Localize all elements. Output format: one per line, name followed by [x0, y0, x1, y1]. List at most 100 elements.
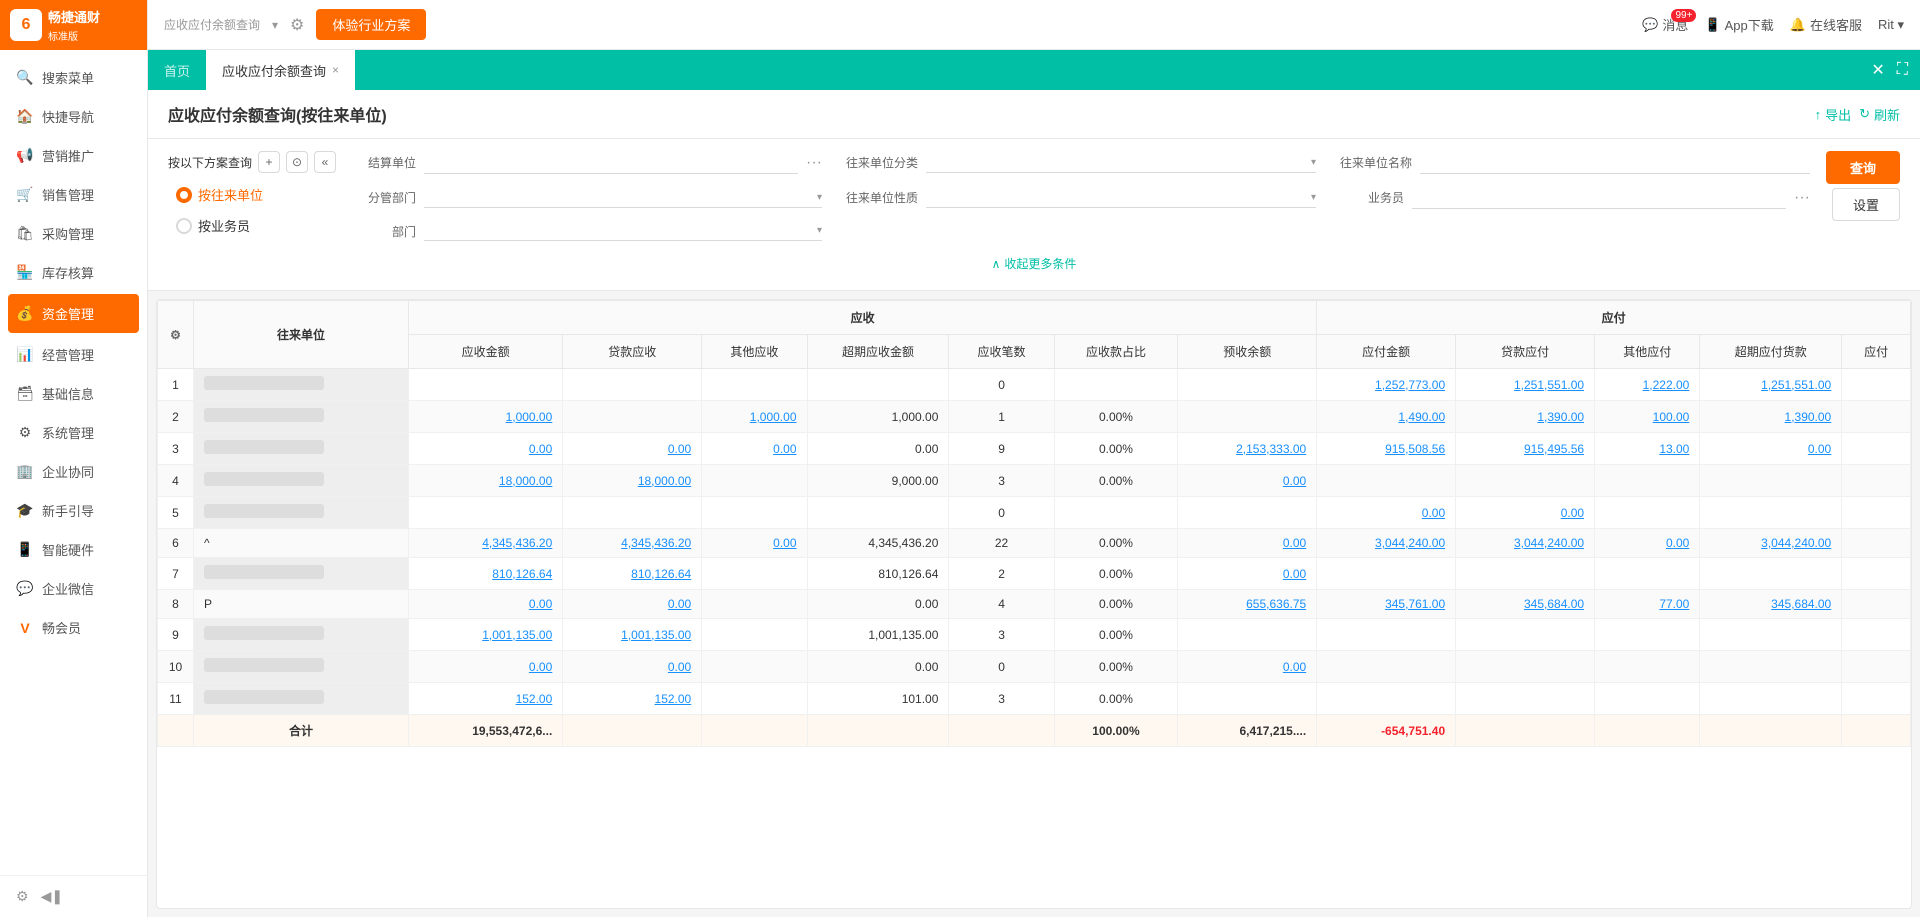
refresh-button[interactable]: ↻ 刷新 [1859, 105, 1900, 124]
sidebar-item-operation[interactable]: 📊 经营管理 [0, 335, 147, 374]
sidebar-item-device[interactable]: 📱 智能硬件 [0, 530, 147, 569]
table-cell[interactable]: 0.00 [409, 433, 563, 465]
table-cell[interactable]: 915,495.56 [1456, 433, 1595, 465]
table-cell[interactable]: 13.00 [1595, 433, 1700, 465]
table-cell[interactable]: 0.00 [1700, 433, 1842, 465]
table-cell[interactable]: 0.00 [1317, 497, 1456, 529]
table-cell[interactable]: 1,001,135.00 [409, 619, 563, 651]
table-cell[interactable]: 100.00 [1595, 401, 1700, 433]
table-cell[interactable]: 0.00 [563, 590, 702, 619]
settlement-input[interactable] [424, 151, 798, 174]
table-cell[interactable]: 77.00 [1595, 590, 1700, 619]
table-cell[interactable]: 2,153,333.00 [1178, 433, 1317, 465]
table-cell [1700, 619, 1842, 651]
table-cell[interactable]: 4,345,436.20 [563, 529, 702, 558]
setting-button[interactable]: 设置 [1832, 188, 1900, 221]
table-cell[interactable]: 1,251,551.00 [1700, 369, 1842, 401]
collapse-btn[interactable]: ∧ 收起更多条件 [992, 255, 1077, 272]
sidebar-item-warehouse[interactable]: 🏪 库存核算 [0, 253, 147, 292]
table-cell[interactable]: 18,000.00 [409, 465, 563, 497]
solution-button[interactable]: 体验行业方案 [316, 9, 426, 40]
table-cell[interactable]: 0.00 [702, 433, 807, 465]
table-cell[interactable]: 0.00 [563, 651, 702, 683]
salesman-dots-icon[interactable]: ··· [1794, 189, 1810, 207]
export-button[interactable]: ↑ 导出 [1815, 105, 1852, 124]
tab-home[interactable]: 首页 [148, 50, 206, 90]
app-download-action[interactable]: 📱 App下载 [1704, 15, 1773, 34]
scheme-by-salesman[interactable]: 按业务员 [176, 212, 336, 239]
table-cell[interactable]: 0.00 [702, 529, 807, 558]
table-cell[interactable]: 0.00 [1178, 651, 1317, 683]
footer-collapse-btn[interactable]: ◀❚ [41, 888, 64, 905]
header-actions: 💬 消息 99+ 📱 App下载 🔔 在线客服 Rit ▾ [1642, 15, 1904, 34]
sidebar-item-sales[interactable]: 🛒 销售管理 [0, 175, 147, 214]
table-cell[interactable]: 345,684.00 [1700, 590, 1842, 619]
sidebar-item-search[interactable]: 🔍 搜索菜单 [0, 58, 147, 97]
settlement-dots-icon[interactable]: ··· [806, 154, 822, 172]
table-cell[interactable]: 655,636.75 [1178, 590, 1317, 619]
tab-close-icon[interactable]: × [332, 63, 339, 77]
unit-name-input[interactable] [1420, 151, 1810, 174]
tab-ar-ap[interactable]: 应收应付余额查询 × [206, 50, 355, 90]
table-cell[interactable]: 1,252,773.00 [1317, 369, 1456, 401]
online-support-action[interactable]: 🔔 在线客服 [1790, 15, 1862, 34]
table-cell[interactable]: 1,222.00 [1595, 369, 1700, 401]
division-select[interactable]: ▾ [424, 221, 822, 241]
sidebar-item-guide[interactable]: 🎓 新手引导 [0, 491, 147, 530]
table-cell[interactable]: 3,044,240.00 [1317, 529, 1456, 558]
sidebar-item-system[interactable]: ⚙ 系统管理 [0, 413, 147, 452]
table-cell[interactable]: 1,000.00 [409, 401, 563, 433]
user-name[interactable]: Rit ▾ [1878, 17, 1904, 33]
message-action[interactable]: 💬 消息 99+ [1642, 15, 1688, 34]
table-cell[interactable]: 0.00 [1178, 529, 1317, 558]
scheme-by-unit[interactable]: 按往来单位 [176, 181, 336, 208]
table-cell[interactable]: 1,390.00 [1700, 401, 1842, 433]
sidebar-item-quick[interactable]: 🏠 快捷导航 [0, 97, 147, 136]
sidebar-item-marketing[interactable]: 📢 营销推广 [0, 136, 147, 175]
table-cell[interactable]: 0.00 [1178, 558, 1317, 590]
table-cell[interactable]: 18,000.00 [563, 465, 702, 497]
table-cell[interactable]: 0.00 [409, 651, 563, 683]
table-cell[interactable]: 1,490.00 [1317, 401, 1456, 433]
table-cell[interactable]: 345,684.00 [1456, 590, 1595, 619]
table-cell[interactable]: 810,126.64 [563, 558, 702, 590]
table-cell[interactable]: 0.00 [1456, 497, 1595, 529]
table-cell[interactable]: 1,251,551.00 [1456, 369, 1595, 401]
table-cell[interactable]: 3,044,240.00 [1456, 529, 1595, 558]
table-gear-icon[interactable]: ⚙ [170, 328, 181, 342]
table-cell[interactable]: 345,761.00 [1317, 590, 1456, 619]
tab-maximize-icon[interactable]: ⛶ [1897, 61, 1908, 79]
unit-category-select[interactable]: ▾ [926, 153, 1316, 173]
table-cell[interactable]: 4,345,436.20 [409, 529, 563, 558]
table-cell[interactable]: 810,126.64 [409, 558, 563, 590]
table-cell[interactable]: 1,000.00 [702, 401, 807, 433]
query-button[interactable]: 查询 [1826, 151, 1900, 184]
table-cell[interactable]: 3,044,240.00 [1700, 529, 1842, 558]
add-scheme-btn[interactable]: + [258, 151, 280, 173]
table-cell[interactable]: 1,001,135.00 [563, 619, 702, 651]
sidebar-item-wechat[interactable]: 💬 企业微信 [0, 569, 147, 608]
salesman-input[interactable] [1412, 186, 1786, 209]
sidebar-item-finance[interactable]: 💰 资金管理 [8, 294, 139, 333]
table-cell[interactable]: 0.00 [409, 590, 563, 619]
dept-select[interactable]: ▾ [424, 188, 822, 208]
table-cell[interactable]: 0.00 [563, 433, 702, 465]
sidebar-item-corp[interactable]: 🏢 企业协同 [0, 452, 147, 491]
unit-nature-select[interactable]: ▾ [926, 188, 1316, 208]
table-cell[interactable]: 915,508.56 [1317, 433, 1456, 465]
gear-icon[interactable]: ⚙ [290, 15, 304, 35]
sidebar-item-basic[interactable]: 🗃 基础信息 [0, 374, 147, 413]
breadcrumb-dropdown-icon[interactable]: ▾ [272, 18, 278, 32]
message-icon: 💬 [1642, 17, 1658, 33]
footer-settings-btn[interactable]: ⚙ [16, 888, 29, 905]
table-cell[interactable]: 0.00 [1178, 465, 1317, 497]
sidebar-item-member[interactable]: V 畅会员 [0, 608, 147, 647]
tab-close-all-icon[interactable]: ✕ [1871, 60, 1884, 80]
table-cell[interactable]: 152.00 [409, 683, 563, 715]
table-cell[interactable]: 152.00 [563, 683, 702, 715]
settings-scheme-btn[interactable]: ⊙ [286, 151, 308, 173]
sidebar-item-purchase[interactable]: 🛍 采购管理 [0, 214, 147, 253]
collapse-scheme-btn[interactable]: « [314, 151, 336, 173]
table-cell[interactable]: 0.00 [1595, 529, 1700, 558]
table-cell[interactable]: 1,390.00 [1456, 401, 1595, 433]
